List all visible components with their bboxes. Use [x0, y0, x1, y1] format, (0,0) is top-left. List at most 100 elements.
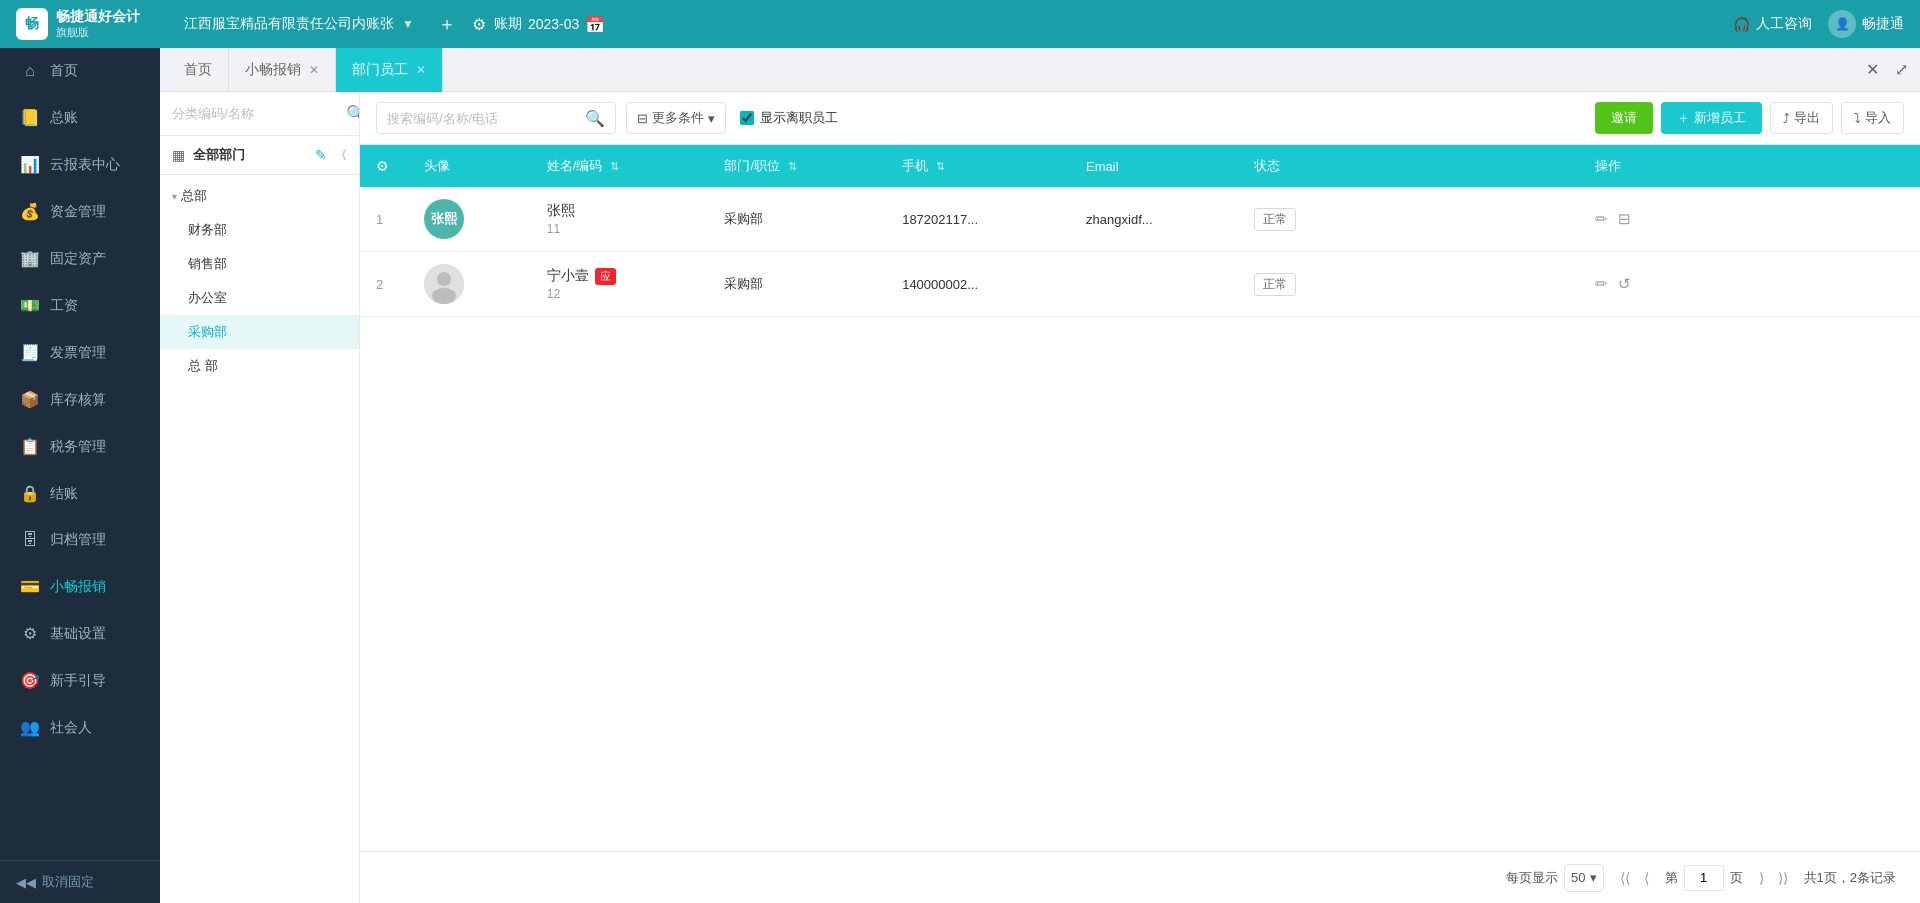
top-header: 畅 畅捷通好会计 旗舰版 江西服宝精品有限责任公司内账张 ▼ ＋ ⚙ 账期 20…: [0, 0, 1920, 48]
sidebar-item-reports[interactable]: 📊 云报表中心: [0, 141, 160, 188]
period-selector[interactable]: 账期 2023-03 📅: [494, 15, 605, 34]
column-settings-icon[interactable]: ⚙: [376, 158, 389, 174]
tab-expense-close-icon[interactable]: ✕: [309, 63, 319, 77]
add-button[interactable]: ＋: [438, 12, 456, 36]
invite-button[interactable]: 邀请: [1595, 102, 1653, 134]
dept-item-label: 采购部: [188, 323, 227, 341]
add-employee-button[interactable]: ＋ 新增员工: [1661, 102, 1762, 134]
employee-search-input[interactable]: [387, 111, 579, 126]
support-button[interactable]: 🎧 人工咨询: [1733, 15, 1812, 33]
edit-icon[interactable]: ✏: [1595, 275, 1608, 293]
sidebar-item-salary[interactable]: 💵 工资: [0, 282, 160, 329]
tab-dept-employee[interactable]: 部门员工 ✕: [336, 48, 443, 92]
row-number: 2: [376, 277, 383, 292]
employee-dept: 采购部: [724, 211, 763, 226]
dept-item-caiwu[interactable]: 财务部: [160, 213, 359, 247]
sidebar-item-settings[interactable]: ⚙ 基础设置: [0, 610, 160, 657]
sidebar-item-guide[interactable]: 🎯 新手引导: [0, 657, 160, 704]
dept-search-input[interactable]: [172, 106, 340, 121]
salary-icon: 💵: [20, 296, 40, 315]
tab-home[interactable]: 首页: [168, 48, 229, 92]
company-selector[interactable]: 江西服宝精品有限责任公司内账张 ▼: [184, 15, 414, 33]
last-page-button[interactable]: ⟩⟩: [1774, 866, 1792, 890]
main-layout: ⌂ 首页 📒 总账 📊 云报表中心 💰 资金管理 🏢 固定资产 💵 工资 🧾 发…: [0, 48, 1920, 903]
filter-icon: ⊟: [637, 111, 648, 126]
logout-icon[interactable]: ⊟: [1618, 210, 1631, 228]
logo-sub: 旗舰版: [56, 25, 140, 40]
edit-icon[interactable]: ✏: [1595, 210, 1608, 228]
dept-item-zongbu[interactable]: ▾ 总部: [160, 179, 359, 213]
user-menu[interactable]: 👤 畅捷通: [1828, 10, 1904, 38]
next-page-button[interactable]: ⟩: [1755, 866, 1768, 890]
sidebar-item-invoices[interactable]: 🧾 发票管理: [0, 329, 160, 376]
name-tag: 宁小壹 应: [547, 267, 693, 285]
status-cell: 正常: [1238, 187, 1579, 252]
sidebar-item-label: 发票管理: [50, 344, 106, 362]
name-code-cell: 宁小壹 应 12: [531, 252, 709, 317]
home-icon: ⌂: [20, 62, 40, 80]
sidebar-item-tax[interactable]: 📋 税务管理: [0, 423, 160, 470]
employee-search-icon[interactable]: 🔍: [585, 109, 605, 128]
tab-expense[interactable]: 小畅报销 ✕: [229, 48, 336, 92]
dept-item-caigou[interactable]: 采购部: [160, 315, 359, 349]
all-departments-label[interactable]: 全部部门: [193, 146, 307, 164]
all-departments-header: ▦ 全部部门 ✎ 《: [160, 136, 359, 175]
filter-label: 更多条件: [652, 109, 704, 127]
settings-icon: ⚙: [20, 624, 40, 643]
table-row: 2: [360, 252, 1920, 317]
employee-search-wrap: 🔍: [376, 102, 616, 134]
employee-tag-badge: 应: [595, 268, 616, 285]
logo-name: 畅捷通好会计: [56, 8, 140, 25]
th-name-code[interactable]: 姓名/编码 ⇅: [531, 145, 709, 187]
sidebar-item-inventory[interactable]: 📦 库存核算: [0, 376, 160, 423]
dept-collapse-icon[interactable]: 《: [335, 147, 347, 164]
sidebar-item-assets[interactable]: 🏢 固定资产: [0, 235, 160, 282]
th-mobile[interactable]: 手机 ⇅: [886, 145, 1070, 187]
filter-more-button[interactable]: ⊟ 更多条件 ▾: [626, 102, 726, 134]
dept-item-xiaoshou[interactable]: 销售部: [160, 247, 359, 281]
th-dept-position[interactable]: 部门/职位 ⇅: [708, 145, 886, 187]
tab-expand-button[interactable]: ⤢: [1891, 56, 1912, 83]
period-value: 2023-03: [528, 16, 579, 32]
sidebar-item-funds[interactable]: 💰 资金管理: [0, 188, 160, 235]
employee-table: ⚙ 头像 姓名/编码 ⇅ 部门/职位 ⇅ 手机 ⇅ Email 状态 操作: [360, 145, 1920, 317]
logo-icon: 畅: [16, 8, 48, 40]
dept-edit-icon[interactable]: ✎: [315, 147, 327, 163]
row-number: 1: [376, 212, 383, 227]
dept-item-label: 办公室: [188, 289, 227, 307]
page-size-select[interactable]: 50 ▾: [1564, 864, 1603, 892]
dept-search-icon[interactable]: 🔍: [346, 104, 360, 123]
export-button[interactable]: ⤴ 导出: [1770, 102, 1833, 134]
sidebar-item-closing[interactable]: 🔒 结账: [0, 470, 160, 517]
action-buttons: ✏ ⊟: [1595, 210, 1904, 228]
tab-close-window-button[interactable]: ✕: [1862, 56, 1883, 83]
prev-page-button[interactable]: ⟨: [1640, 866, 1653, 890]
import-button[interactable]: ⤵ 导入: [1841, 102, 1904, 134]
sidebar-item-expense[interactable]: 💳 小畅报销: [0, 563, 160, 610]
show-resigned-checkbox[interactable]: [740, 111, 754, 125]
grid-icon: ▦: [172, 147, 185, 163]
assets-icon: 🏢: [20, 249, 40, 268]
sidebar-item-archive[interactable]: 🗄 归档管理: [0, 517, 160, 563]
tab-bar-actions: ✕ ⤢: [1862, 56, 1920, 83]
tree-arrow-icon: ▾: [172, 191, 177, 202]
sidebar-item-label: 归档管理: [50, 531, 106, 549]
sidebar-item-home[interactable]: ⌂ 首页: [0, 48, 160, 94]
first-page-button[interactable]: ⟨⟨: [1616, 866, 1634, 890]
tab-dept-employee-close-icon[interactable]: ✕: [416, 63, 426, 77]
dept-item-zong-bu[interactable]: 总 部: [160, 349, 359, 383]
th-status: 状态: [1238, 145, 1579, 187]
delete-icon[interactable]: ↺: [1618, 275, 1631, 293]
table-row: 1 张熙 张熙 11: [360, 187, 1920, 252]
sidebar-item-label: 首页: [50, 62, 78, 80]
sidebar-item-more[interactable]: 👥 社会人: [0, 704, 160, 751]
show-resigned-checkbox-wrap[interactable]: 显示离职员工: [740, 109, 838, 127]
sidebar-item-ledger[interactable]: 📒 总账: [0, 94, 160, 141]
department-tree: ▾ 总部 财务部 销售部 办公室 采购部: [160, 175, 359, 903]
status-badge: 正常: [1254, 273, 1296, 296]
unpin-button[interactable]: ◀◀ 取消固定: [0, 860, 160, 903]
pagination: 每页显示 50 ▾ ⟨⟨ ⟨ 第 页: [360, 851, 1920, 903]
page-number-input[interactable]: [1684, 865, 1724, 891]
settings-gear-icon[interactable]: ⚙: [472, 15, 486, 34]
dept-item-bangongshi[interactable]: 办公室: [160, 281, 359, 315]
